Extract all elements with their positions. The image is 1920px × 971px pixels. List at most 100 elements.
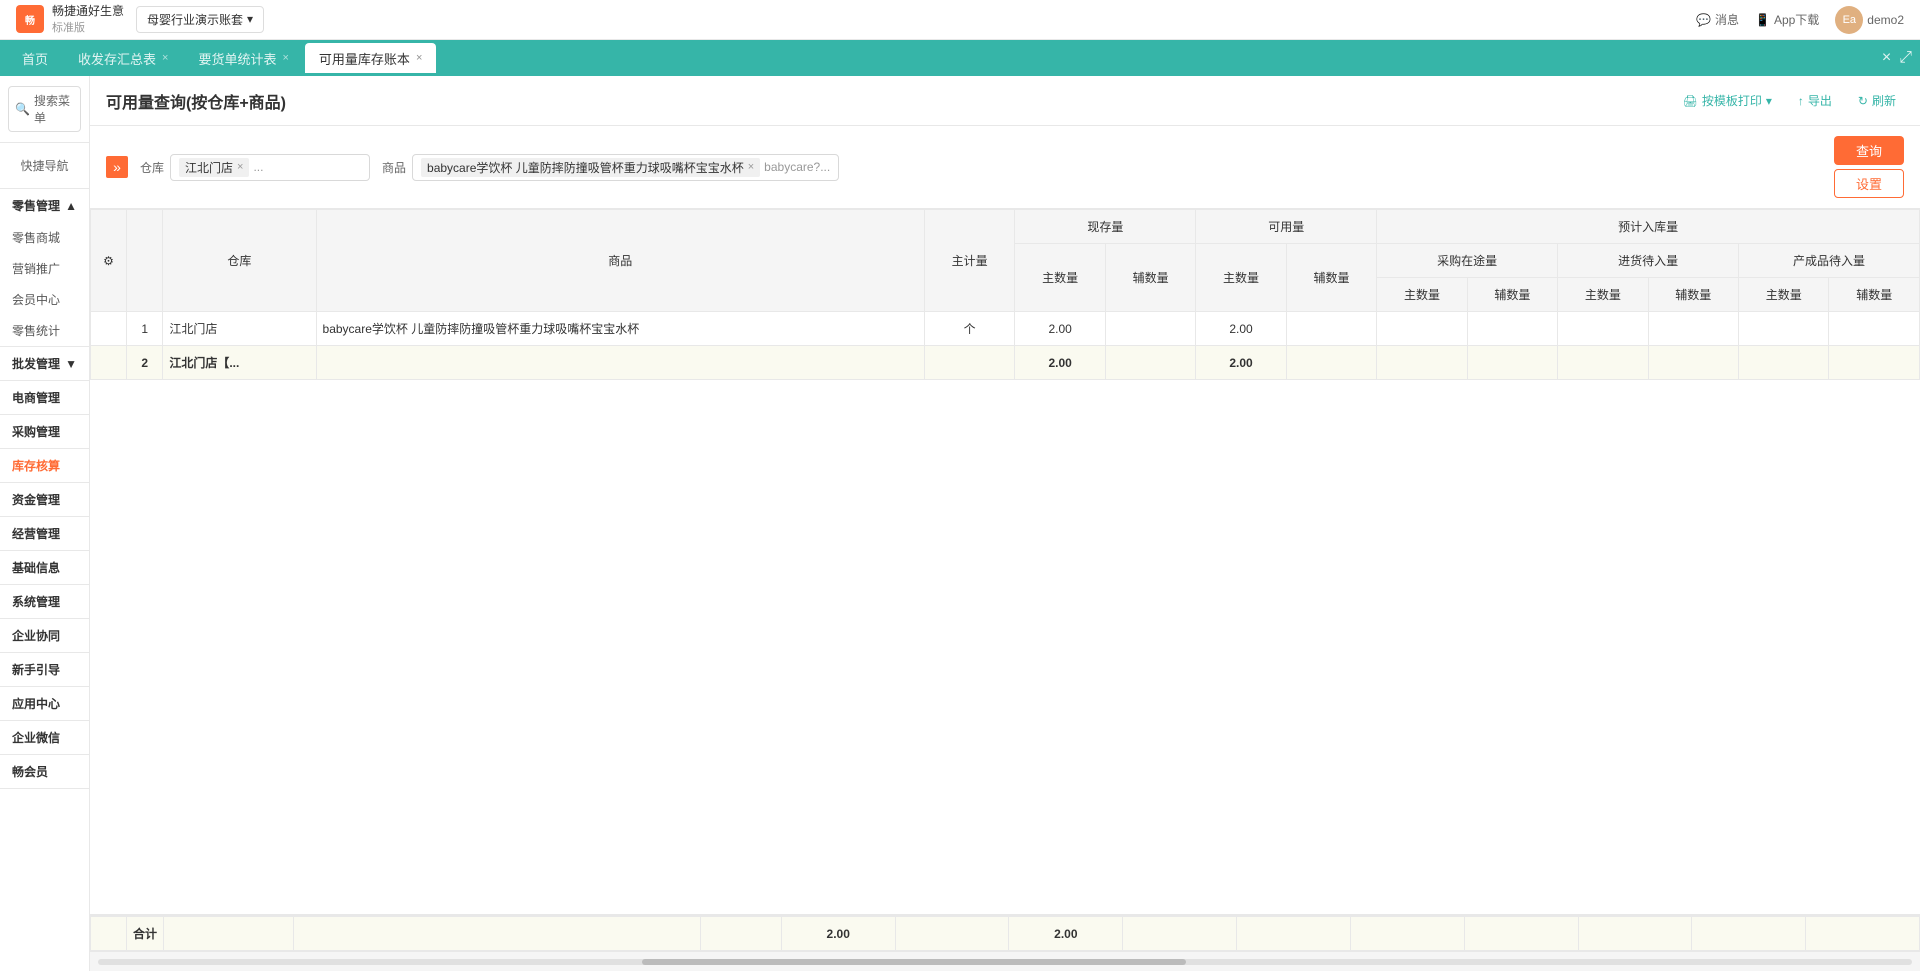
horizontal-scrollbar[interactable] [98, 959, 1912, 965]
td-pp-aux-2 [1648, 346, 1738, 380]
product-filter-tags[interactable]: babycare学饮杯 儿童防摔防撞吸管杯重力球吸嘴杯宝宝水杯 × babyca… [412, 154, 839, 181]
sidebar-newbie-label: 新手引导 [12, 661, 60, 678]
page-title: 可用量查询(按仓库+商品) [106, 89, 286, 113]
sidebar-section-purchase: 采购管理 [0, 415, 89, 449]
sidebar-search-area: 🔍 搜索菜单 [0, 76, 89, 143]
tab-order-label: 要货单统计表 [198, 49, 276, 68]
warehouse-filter-group: 仓库 江北门店 × ... [140, 154, 370, 181]
sidebar-members-label: 会员中心 [12, 291, 60, 308]
filter-toggle-button[interactable]: » [106, 156, 128, 178]
td-index-1: 1 [127, 312, 163, 346]
bottom-scrollbar-area [90, 951, 1920, 971]
sidebar-section-newbie: 新手引导 [0, 653, 89, 687]
sidebar-item-marketing[interactable]: 营销推广 [0, 253, 89, 284]
table-row: 1 江北门店 babycare学饮杯 儿童防摔防撞吸管杯重力球吸嘴杯宝宝水杯 个… [91, 312, 1920, 346]
footer-settings-cell [91, 917, 127, 951]
sidebar-operations-header[interactable]: 经营管理 [0, 517, 89, 550]
th-settings: ⚙ [91, 210, 127, 312]
sidebar-operations-label: 经营管理 [12, 525, 60, 542]
sidebar-vip-header[interactable]: 畅会员 [0, 755, 89, 788]
footer-pt-main [1237, 917, 1351, 951]
sidebar-ecommerce-header[interactable]: 电商管理 [0, 381, 89, 414]
sidebar-purchase-header[interactable]: 采购管理 [0, 415, 89, 448]
tab-home[interactable]: 首页 [8, 43, 62, 73]
message-button[interactable]: 💬 消息 [1696, 11, 1739, 28]
sidebar-wholesale-header[interactable]: 批发管理 ▼ [0, 347, 89, 380]
sidebar-quick-nav[interactable]: 快捷导航 [0, 149, 89, 182]
main-layout: 🔍 搜索菜单 快捷导航 零售管理 ▲ 零售商城 营销推广 会员中心 [0, 76, 1920, 971]
scroll-thumb[interactable] [642, 959, 1186, 965]
sidebar-collab-header[interactable]: 企业协同 [0, 619, 89, 652]
logo-area: 畅 畅捷通好生意 标准版 [16, 4, 124, 34]
expand-button[interactable]: ⤢ [1899, 49, 1912, 67]
footer-table: 合计 2.00 2.00 [90, 916, 1920, 951]
tab-available-ledger[interactable]: 可用量库存账本 × [305, 43, 436, 73]
chevron-down-icon: ▾ [247, 12, 253, 26]
user-name: demo2 [1867, 13, 1904, 27]
th-warehouse: 仓库 [163, 210, 316, 312]
search-menu-button[interactable]: 🔍 搜索菜单 [8, 86, 81, 132]
footer-stock-aux [895, 917, 1009, 951]
close-all-tabs-button[interactable]: × [1882, 49, 1891, 67]
tab-receive-close[interactable]: × [162, 52, 168, 64]
tab-bar-right: × ⤢ [1882, 49, 1912, 67]
chevron-print-icon: ▾ [1766, 94, 1772, 108]
tab-order-close[interactable]: × [282, 52, 288, 64]
tab-receive-summary[interactable]: 收发存汇总表 × [64, 43, 182, 73]
warehouse-filter-tags[interactable]: 江北门店 × ... [170, 154, 370, 181]
sidebar-appstore-header[interactable]: 应用中心 [0, 687, 89, 720]
sidebar-appstore-label: 应用中心 [12, 695, 60, 712]
td-warehouse-2: 江北门店【... [163, 346, 316, 380]
sidebar-system-header[interactable]: 系统管理 [0, 585, 89, 618]
warehouse-tag-text: 江北门店 [185, 159, 233, 176]
logo-icon: 畅 [16, 5, 44, 33]
table-footer: 合计 2.00 2.00 [90, 914, 1920, 951]
footer-stock-main: 2.00 [781, 917, 895, 951]
tab-available-close[interactable]: × [416, 52, 422, 64]
sidebar-finance-label: 资金管理 [12, 491, 60, 508]
filter-area: » 仓库 江北门店 × ... 商品 babycare学饮杯 儿童防摔防撞吸管杯… [90, 126, 1920, 209]
warehouse-tag-close[interactable]: × [237, 161, 243, 173]
logo-text: 畅捷通好生意 [52, 4, 124, 18]
footer-avail-aux [1123, 917, 1237, 951]
page-header: 可用量查询(按仓库+商品) 🖨 按模板打印 ▾ ↑ 导出 ↻ 刷新 [90, 76, 1920, 126]
td-index-2: 2 [127, 346, 163, 380]
industry-selector[interactable]: 母婴行业演示账套 ▾ [136, 6, 264, 33]
product-tag-1: babycare学饮杯 儿童防摔防撞吸管杯重力球吸嘴杯宝宝水杯 × [421, 158, 760, 177]
app-download-button[interactable]: 📱 App下载 [1755, 11, 1819, 28]
user-profile[interactable]: Ea demo2 [1835, 6, 1904, 34]
td-pp-main-2 [1558, 346, 1648, 380]
th-purchase-transit-aux: 辅数量 [1467, 278, 1557, 312]
td-pt-aux-2 [1467, 346, 1557, 380]
product-tag-close[interactable]: × [748, 161, 754, 173]
th-purchase-pending-aux: 辅数量 [1648, 278, 1738, 312]
th-current-stock-main: 主数量 [1015, 244, 1105, 312]
sidebar-section-vip: 畅会员 [0, 755, 89, 789]
th-main-unit: 主计量 [924, 210, 1014, 312]
settings-button[interactable]: 设置 [1834, 169, 1904, 198]
sidebar-basic-header[interactable]: 基础信息 [0, 551, 89, 584]
sidebar-item-retail-stats[interactable]: 零售统计 [0, 315, 89, 346]
sidebar-newbie-header[interactable]: 新手引导 [0, 653, 89, 686]
sidebar-retail-stats-label: 零售统计 [12, 322, 60, 339]
sidebar-item-retail-mall[interactable]: 零售商城 [0, 222, 89, 253]
warehouse-ellipsis: ... [253, 160, 263, 174]
search-menu-label: 搜索菜单 [34, 92, 74, 126]
footer-unit [700, 917, 781, 951]
sidebar-inventory-header[interactable]: 库存核算 [0, 449, 89, 482]
th-production-pending-main: 主数量 [1739, 278, 1829, 312]
sidebar-wecom-header[interactable]: 企业微信 [0, 721, 89, 754]
template-print-button[interactable]: 🖨 按模板打印 ▾ [1675, 88, 1780, 113]
sidebar-retail-header[interactable]: 零售管理 ▲ [0, 189, 89, 222]
sidebar-retail-mall-label: 零售商城 [12, 229, 60, 246]
sidebar-item-members[interactable]: 会员中心 [0, 284, 89, 315]
td-stock-main-1: 2.00 [1015, 312, 1105, 346]
warehouse-filter-label: 仓库 [140, 159, 164, 176]
refresh-button[interactable]: ↻ 刷新 [1850, 88, 1904, 113]
sidebar-finance-header[interactable]: 资金管理 [0, 483, 89, 516]
query-button[interactable]: 查询 [1834, 136, 1904, 165]
export-button[interactable]: ↑ 导出 [1790, 88, 1840, 113]
chevron-icon: ▲ [65, 199, 77, 213]
sidebar-section-ecommerce: 电商管理 [0, 381, 89, 415]
tab-order-stats[interactable]: 要货单统计表 × [184, 43, 302, 73]
